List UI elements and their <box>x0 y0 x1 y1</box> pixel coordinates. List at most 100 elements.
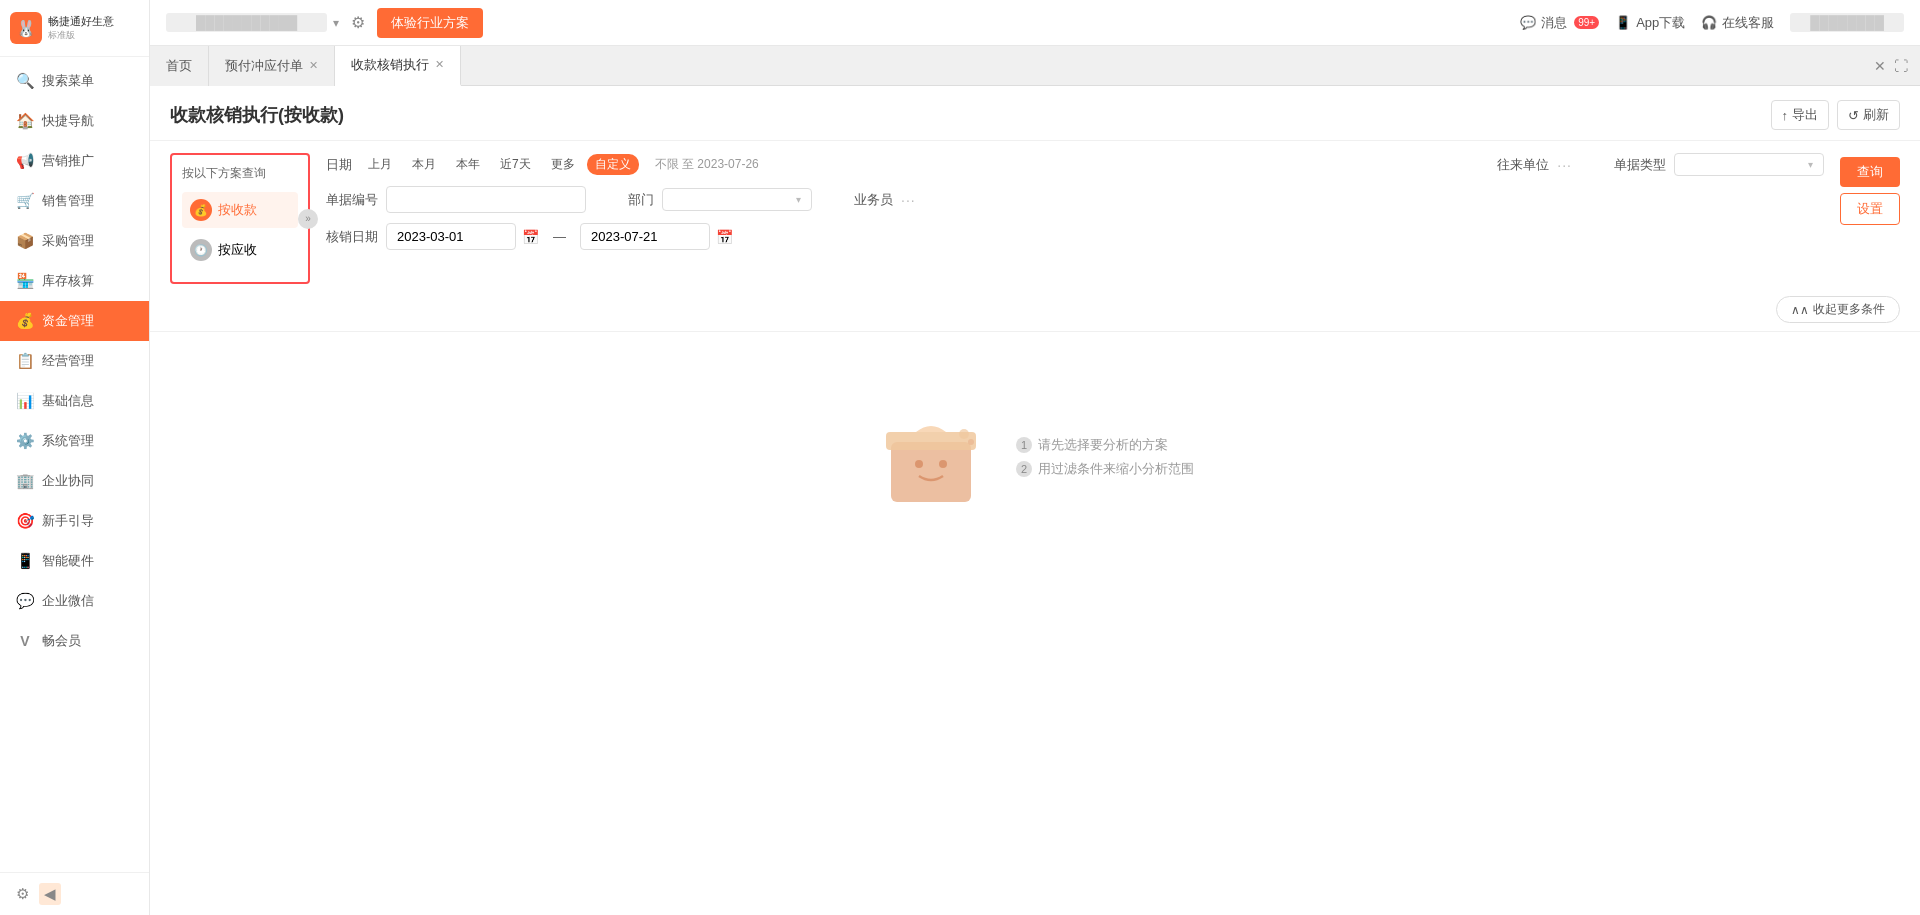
export-btn[interactable]: ↑ 导出 <box>1771 100 1830 130</box>
topbar-gear-icon[interactable]: ⚙ <box>351 13 365 32</box>
counterpart-dots-btn[interactable]: ··· <box>1557 157 1572 173</box>
query-form-area: 日期 上月 本月 本年 近7天 更多 自定义 <box>326 153 1900 284</box>
inventory-icon: 🏪 <box>16 272 34 290</box>
query-btn[interactable]: 查询 <box>1840 157 1900 187</box>
marketing-icon: 📢 <box>16 152 34 170</box>
sidebar-item-sales[interactable]: 🛒 销售管理 <box>0 181 149 221</box>
date-this-year[interactable]: 本年 <box>448 154 488 175</box>
sidebar-item-label: 企业微信 <box>42 592 94 610</box>
sidebar-item-finance[interactable]: 💰 资金管理 <box>0 301 149 341</box>
sales-icon: 🛒 <box>16 192 34 210</box>
verify-date-start-input[interactable] <box>386 223 516 250</box>
sidebar-item-label: 基础信息 <box>42 392 94 410</box>
logo-icon: 🐰 <box>10 12 42 44</box>
service-icon: 🎧 <box>1701 15 1717 30</box>
sidebar-item-sys-mgmt[interactable]: ⚙️ 系统管理 <box>0 421 149 461</box>
sidebar-item-enterprise[interactable]: 🏢 企业协同 <box>0 461 149 501</box>
collapse-sidebar-btn[interactable]: ◀ <box>39 883 61 905</box>
company-dropdown-icon[interactable]: ▾ <box>333 16 339 30</box>
empty-box-svg <box>876 412 986 512</box>
tab-fullscreen-icon[interactable]: ⛶ <box>1894 58 1908 74</box>
sidebar-item-member[interactable]: V 畅会员 <box>0 621 149 661</box>
date-more[interactable]: 更多 <box>543 154 583 175</box>
sidebar-item-smart-hw[interactable]: 📱 智能硬件 <box>0 541 149 581</box>
doc-type-label: 单据类型 <box>1614 156 1666 174</box>
sidebar-item-basic-info[interactable]: 📊 基础信息 <box>0 381 149 421</box>
query-btn-area: 查询 设置 <box>1840 153 1900 284</box>
user-name[interactable]: ████████ <box>1790 13 1904 32</box>
search-menu-icon: 🔍 <box>16 72 34 90</box>
sidebar-item-label: 智能硬件 <box>42 552 94 570</box>
member-icon: V <box>16 633 34 649</box>
guide-icon: 🎯 <box>16 512 34 530</box>
sidebar-item-label: 新手引导 <box>42 512 94 530</box>
sidebar-item-label: 系统管理 <box>42 432 94 450</box>
collapse-more-btn[interactable]: ∧∧ 收起更多条件 <box>1776 296 1900 323</box>
empty-state: 1 请先选择要分析的方案 2 用过滤条件来缩小分析范围 <box>150 332 1920 582</box>
doc-number-input[interactable] <box>386 186 586 213</box>
tab-prepay-label: 预付冲应付单 <box>225 57 303 75</box>
sidebar-item-purchase[interactable]: 📦 采购管理 <box>0 221 149 261</box>
refresh-btn[interactable]: ↺ 刷新 <box>1837 100 1900 130</box>
settings-icon[interactable]: ⚙ <box>16 885 29 903</box>
dept-label: 部门 <box>628 191 654 209</box>
doc-type-select[interactable]: ▾ <box>1674 153 1824 176</box>
message-btn[interactable]: 💬 消息 99+ <box>1520 14 1599 32</box>
app-download-btn[interactable]: 📱 App下载 <box>1615 14 1685 32</box>
set-btn[interactable]: 设置 <box>1840 193 1900 225</box>
tab-prepay-close-icon[interactable]: ✕ <box>309 59 318 72</box>
sidebar-item-wechat[interactable]: 💬 企业微信 <box>0 581 149 621</box>
filter-by-receipt[interactable]: 💰 按收款 <box>182 192 298 228</box>
doc-type-arrow-icon: ▾ <box>1808 159 1813 170</box>
verify-date-end-input[interactable] <box>580 223 710 250</box>
verify-date-start-calendar-icon[interactable]: 📅 <box>522 229 539 245</box>
service-btn[interactable]: 🎧 在线客服 <box>1701 14 1774 32</box>
counterpart-label: 往来单位 <box>1497 156 1549 174</box>
by-receivable-icon: 🕐 <box>190 239 212 261</box>
tab-prepay[interactable]: 预付冲应付单 ✕ <box>209 46 335 86</box>
filter-panel-collapse-icon[interactable]: » <box>298 209 318 229</box>
by-receipt-label: 按收款 <box>218 201 257 219</box>
sidebar-item-label: 快捷导航 <box>42 112 94 130</box>
doc-type-field: 单据类型 ▾ <box>1614 153 1824 176</box>
sidebar: 🐰 畅捷通好生意 标准版 🔍 搜索菜单 🏠 快捷导航 📢 营销推广 🛒 销售管理… <box>0 0 150 915</box>
date-this-month[interactable]: 本月 <box>404 154 444 175</box>
purchase-icon: 📦 <box>16 232 34 250</box>
sidebar-logo: 🐰 畅捷通好生意 标准版 <box>0 0 149 57</box>
doc-number-field: 单据编号 <box>326 186 586 213</box>
form-row-2: 单据编号 部门 ▾ 业务员 <box>326 186 1824 213</box>
collapse-more-row: ∧∧ 收起更多条件 <box>150 296 1920 332</box>
tab-home[interactable]: 首页 <box>150 46 209 86</box>
salesperson-dots-btn[interactable]: ··· <box>901 192 916 208</box>
verify-date-end-calendar-icon[interactable]: 📅 <box>716 229 733 245</box>
tab-bar: 首页 预付冲应付单 ✕ 收款核销执行 ✕ ✕ ⛶ <box>150 46 1920 86</box>
page-actions: ↑ 导出 ↺ 刷新 <box>1771 100 1901 130</box>
date-no-limit: 不限 至 2023-07-26 <box>655 156 759 173</box>
filter-by-receivable[interactable]: 🕐 按应收 <box>182 232 298 268</box>
dept-select[interactable]: ▾ <box>662 188 812 211</box>
sidebar-item-guide[interactable]: 🎯 新手引导 <box>0 501 149 541</box>
date-custom[interactable]: 自定义 <box>587 154 639 175</box>
tab-receipt-verify-close-icon[interactable]: ✕ <box>435 58 444 71</box>
tab-receipt-verify[interactable]: 收款核销执行 ✕ <box>335 46 461 86</box>
sidebar-bottom: ⚙ ◀ <box>0 872 149 915</box>
doc-number-label: 单据编号 <box>326 191 378 209</box>
sidebar-item-quick-nav[interactable]: 🏠 快捷导航 <box>0 101 149 141</box>
verify-date-label: 核销日期 <box>326 228 378 246</box>
quick-nav-icon: 🏠 <box>16 112 34 130</box>
page-content: 收款核销执行(按收款) ↑ 导出 ↺ 刷新 按以下方案查询 <box>150 86 1920 915</box>
date-7days[interactable]: 近7天 <box>492 154 539 175</box>
sidebar-item-marketing[interactable]: 📢 营销推广 <box>0 141 149 181</box>
dept-arrow-icon: ▾ <box>796 194 801 205</box>
sidebar-item-search-menu[interactable]: 🔍 搜索菜单 <box>0 61 149 101</box>
solution-btn[interactable]: 体验行业方案 <box>377 8 483 38</box>
filter-panel: 按以下方案查询 💰 按收款 🕐 按应收 » <box>170 153 310 284</box>
smart-hw-icon: 📱 <box>16 552 34 570</box>
finance-icon: 💰 <box>16 312 34 330</box>
sidebar-item-biz-mgmt[interactable]: 📋 经营管理 <box>0 341 149 381</box>
page-title: 收款核销执行(按收款) <box>170 103 344 127</box>
date-last-month[interactable]: 上月 <box>360 154 400 175</box>
sidebar-item-inventory[interactable]: 🏪 库存核算 <box>0 261 149 301</box>
query-form: 日期 上月 本月 本年 近7天 更多 自定义 <box>326 153 1824 284</box>
tab-close-all-icon[interactable]: ✕ <box>1874 58 1886 74</box>
